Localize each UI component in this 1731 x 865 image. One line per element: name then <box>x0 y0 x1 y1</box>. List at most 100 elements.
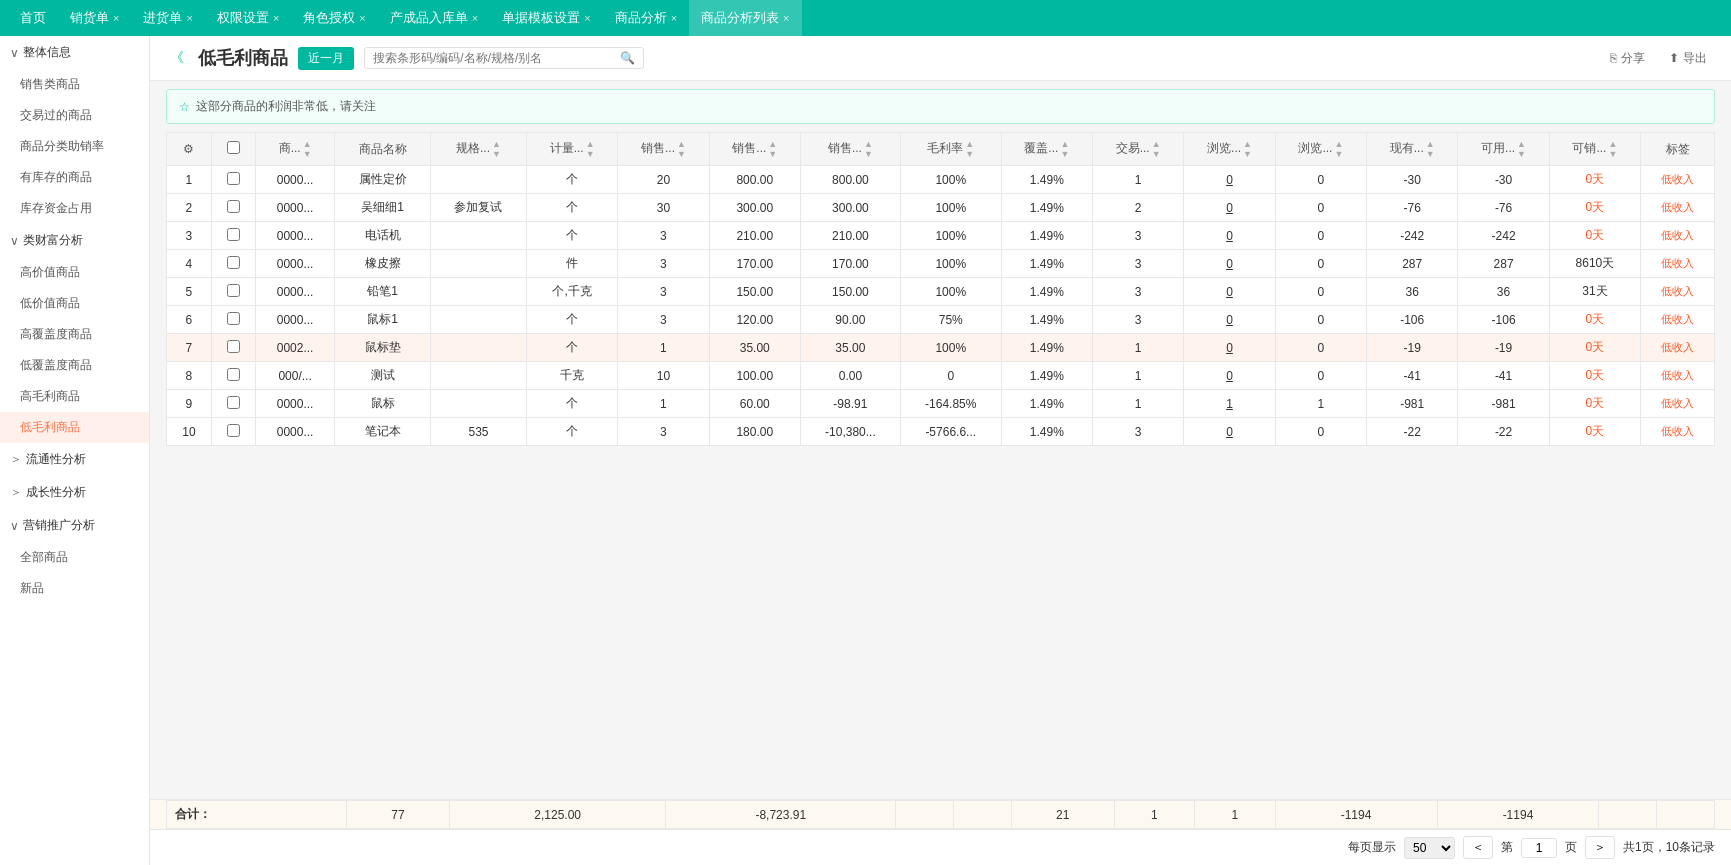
sidebar-item-新品[interactable]: 新品 <box>0 573 149 604</box>
col-header-unit[interactable]: 计量...▲▼ <box>526 133 617 166</box>
views-link[interactable]: 0 <box>1226 425 1233 439</box>
nav-close-icon[interactable]: × <box>186 12 192 24</box>
sort-icon-current[interactable]: ▲▼ <box>1426 139 1435 159</box>
page-size-select[interactable]: 50 100 200 <box>1404 837 1455 859</box>
sidebar-item-低覆盖度商品[interactable]: 低覆盖度商品 <box>0 350 149 381</box>
row-checkbox-input[interactable] <box>227 424 240 437</box>
views-link[interactable]: 0 <box>1226 229 1233 243</box>
search-icon[interactable]: 🔍 <box>620 51 635 65</box>
settings-icon[interactable]: ⚙ <box>183 142 194 156</box>
views-link[interactable]: 0 <box>1226 173 1233 187</box>
sort-icon-sales_price[interactable]: ▲▼ <box>768 139 777 159</box>
col-header-coverage[interactable]: 覆盖...▲▼ <box>1001 133 1092 166</box>
row-views1[interactable]: 0 <box>1184 194 1275 222</box>
col-header-code[interactable]: 商...▲▼ <box>256 133 335 166</box>
select-all-checkbox[interactable] <box>227 141 240 154</box>
sidebar-item-全部商品[interactable]: 全部商品 <box>0 542 149 573</box>
sidebar-item-销售类商品[interactable]: 销售类商品 <box>0 69 149 100</box>
sort-icon-code[interactable]: ▲▼ <box>303 139 312 159</box>
views-link[interactable]: 0 <box>1226 201 1233 215</box>
export-button[interactable]: ⬆ 导出 <box>1661 47 1715 70</box>
nav-item-首页[interactable]: 首页 <box>8 0 58 36</box>
row-views1[interactable]: 0 <box>1184 166 1275 194</box>
row-checkbox-input[interactable] <box>227 256 240 269</box>
sort-icon-sellable[interactable]: ▲▼ <box>1608 139 1617 159</box>
views-link[interactable]: 0 <box>1226 285 1233 299</box>
sort-icon-sales_qty[interactable]: ▲▼ <box>677 139 686 159</box>
sort-icon-views2[interactable]: ▲▼ <box>1334 139 1343 159</box>
col-header-sales_price[interactable]: 销售...▲▼ <box>709 133 800 166</box>
period-button[interactable]: 近一月 <box>298 47 354 70</box>
nav-close-icon[interactable]: × <box>113 12 119 24</box>
nav-item-产成品入库单[interactable]: 产成品入库单 × <box>378 0 490 36</box>
nav-item-权限设置[interactable]: 权限设置 × <box>205 0 291 36</box>
sort-icon-sales_amount[interactable]: ▲▼ <box>864 139 873 159</box>
nav-close-icon[interactable]: × <box>472 12 478 24</box>
sort-icon-gross_margin[interactable]: ▲▼ <box>965 139 974 159</box>
sidebar-item-低毛利商品[interactable]: 低毛利商品 <box>0 412 149 443</box>
sort-icon-spec[interactable]: ▲▼ <box>492 139 501 159</box>
nav-item-进货单[interactable]: 进货单 × <box>131 0 204 36</box>
col-header-views1[interactable]: 浏览...▲▼ <box>1184 133 1275 166</box>
sidebar-collapse-btn[interactable]: 《 <box>166 47 188 69</box>
row-checkbox[interactable] <box>211 194 255 222</box>
views-link[interactable]: 0 <box>1226 341 1233 355</box>
row-checkbox-input[interactable] <box>227 284 240 297</box>
row-views1[interactable]: 0 <box>1184 222 1275 250</box>
sidebar-group-成长性分析[interactable]: ＞成长性分析 <box>0 476 149 509</box>
row-views1[interactable]: 0 <box>1184 250 1275 278</box>
row-checkbox[interactable] <box>211 334 255 362</box>
row-checkbox-input[interactable] <box>227 340 240 353</box>
sort-icon-available[interactable]: ▲▼ <box>1517 139 1526 159</box>
nav-item-销货单[interactable]: 销货单 × <box>58 0 131 36</box>
sidebar-item-库存资金占用[interactable]: 库存资金占用 <box>0 193 149 224</box>
row-checkbox[interactable] <box>211 418 255 446</box>
sidebar-group-整体信息[interactable]: ∨整体信息 <box>0 36 149 69</box>
row-checkbox-input[interactable] <box>227 312 240 325</box>
row-views1[interactable]: 0 <box>1184 278 1275 306</box>
sidebar-item-高覆盖度商品[interactable]: 高覆盖度商品 <box>0 319 149 350</box>
sidebar-group-营销推广分析[interactable]: ∨营销推广分析 <box>0 509 149 542</box>
next-page-button[interactable]: ＞ <box>1585 836 1615 859</box>
nav-item-单据模板设置[interactable]: 单据模板设置 × <box>490 0 602 36</box>
sort-icon-views1[interactable]: ▲▼ <box>1243 139 1252 159</box>
col-header-sales_qty[interactable]: 销售...▲▼ <box>618 133 709 166</box>
prev-page-button[interactable]: ＜ <box>1463 836 1493 859</box>
col-header-sales_amount[interactable]: 销售...▲▼ <box>800 133 900 166</box>
views-link[interactable]: 0 <box>1226 257 1233 271</box>
col-header-spec[interactable]: 规格...▲▼ <box>431 133 527 166</box>
nav-close-icon[interactable]: × <box>671 12 677 24</box>
row-views1[interactable]: 0 <box>1184 418 1275 446</box>
row-checkbox[interactable] <box>211 362 255 390</box>
nav-close-icon[interactable]: × <box>584 12 590 24</box>
row-views1[interactable]: 1 <box>1184 390 1275 418</box>
col-header-sellable[interactable]: 可销...▲▼ <box>1549 133 1640 166</box>
col-header-settings[interactable]: ⚙ <box>167 133 212 166</box>
row-checkbox[interactable] <box>211 306 255 334</box>
col-header-available[interactable]: 可用...▲▼ <box>1458 133 1549 166</box>
views-link[interactable]: 0 <box>1226 369 1233 383</box>
nav-close-icon[interactable]: × <box>783 12 789 24</box>
sidebar-group-类财富分析[interactable]: ∨类财富分析 <box>0 224 149 257</box>
row-checkbox-input[interactable] <box>227 228 240 241</box>
nav-item-商品分析[interactable]: 商品分析 × <box>603 0 689 36</box>
row-checkbox[interactable] <box>211 278 255 306</box>
row-checkbox[interactable] <box>211 222 255 250</box>
nav-close-icon[interactable]: × <box>359 12 365 24</box>
col-header-trade[interactable]: 交易...▲▼ <box>1093 133 1184 166</box>
sort-icon-coverage[interactable]: ▲▼ <box>1060 139 1069 159</box>
nav-item-角色授权[interactable]: 角色授权 × <box>291 0 377 36</box>
sidebar-item-商品分类助销率[interactable]: 商品分类助销率 <box>0 131 149 162</box>
share-button[interactable]: ⎘ 分享 <box>1602 47 1653 70</box>
sort-icon-unit[interactable]: ▲▼ <box>586 139 595 159</box>
sort-icon-trade[interactable]: ▲▼ <box>1152 139 1161 159</box>
row-checkbox-input[interactable] <box>227 200 240 213</box>
sidebar-item-有库存的商品[interactable]: 有库存的商品 <box>0 162 149 193</box>
row-views1[interactable]: 0 <box>1184 306 1275 334</box>
col-header-current[interactable]: 现有...▲▼ <box>1367 133 1458 166</box>
page-input[interactable] <box>1521 838 1557 858</box>
col-header-checkbox[interactable] <box>211 133 255 166</box>
search-input[interactable] <box>373 51 616 65</box>
row-checkbox[interactable] <box>211 250 255 278</box>
sidebar-group-流通性分析[interactable]: ＞流通性分析 <box>0 443 149 476</box>
